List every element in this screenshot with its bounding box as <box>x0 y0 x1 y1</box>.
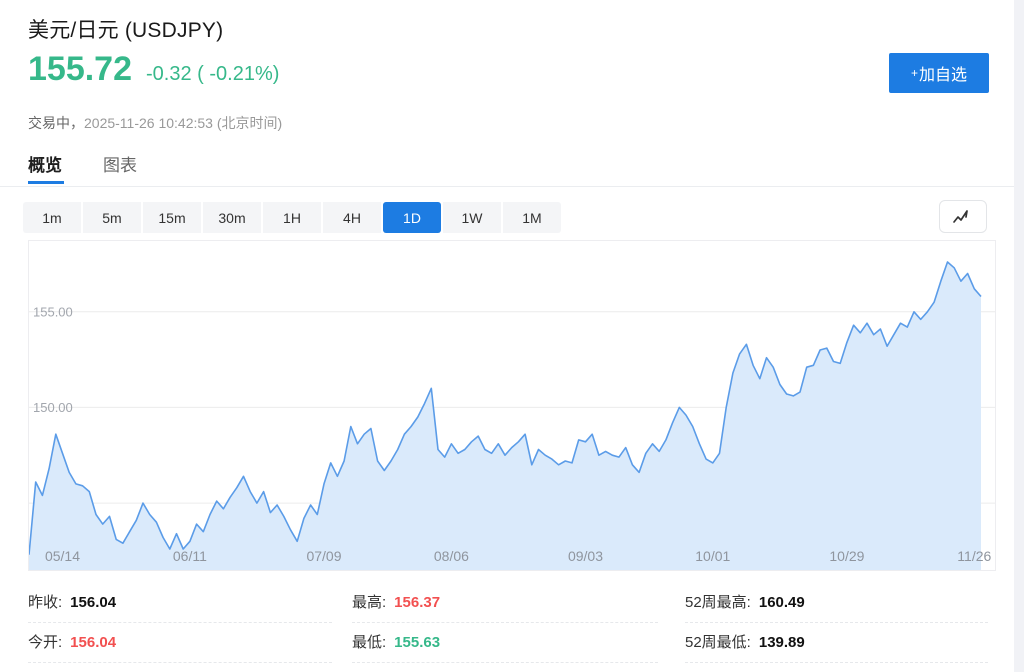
price-block: 155.72 -0.32 ( -0.21%) <box>28 50 279 89</box>
interval-selector: 1m 5m 15m 30m 1H 4H 1D 1W 1M <box>23 202 561 233</box>
svg-text:08/06: 08/06 <box>434 548 469 564</box>
stat-prev-close-value: 156.04 <box>70 594 117 611</box>
page-title: 美元/日元 (USDJPY) <box>28 19 224 42</box>
stat-open: 今开: 156.04 <box>28 623 332 663</box>
stat-52w-low-value: 139.89 <box>758 634 805 651</box>
stat-low-value: 155.63 <box>394 634 441 651</box>
interval-15m[interactable]: 15m <box>143 202 201 233</box>
quote-timestamp: 2025-11-26 10:42:53 (北京时间) <box>84 115 283 131</box>
svg-text:150.00: 150.00 <box>33 400 73 415</box>
interval-4h[interactable]: 4H <box>323 202 381 233</box>
chart-style-button[interactable] <box>939 200 987 233</box>
svg-text:06/11: 06/11 <box>173 548 207 564</box>
stat-low: 最低: 155.63 <box>352 623 658 663</box>
svg-text:11/26: 11/26 <box>957 548 991 564</box>
interval-1w[interactable]: 1W <box>443 202 501 233</box>
interval-1h[interactable]: 1H <box>263 202 321 233</box>
stat-high-value: 156.37 <box>394 594 441 611</box>
tab-chart[interactable]: 图表 <box>103 151 137 176</box>
plus-icon: + <box>910 66 918 80</box>
add-watchlist-label: 加自选 <box>919 67 968 84</box>
tabs-divider <box>0 186 1014 187</box>
page-scrollbar[interactable] <box>1014 0 1024 672</box>
interval-1m-month[interactable]: 1M <box>503 202 561 233</box>
stat-high: 最高: 156.37 <box>352 583 658 623</box>
interval-30m[interactable]: 30m <box>203 202 261 233</box>
stat-52w-high-value: 160.49 <box>758 594 805 611</box>
interval-5m[interactable]: 5m <box>83 202 141 233</box>
trading-status-label: 交易中， <box>28 115 84 131</box>
market-status: 交易中，2025-11-26 10:42:53 (北京时间) <box>28 113 282 133</box>
svg-text:10/29: 10/29 <box>829 548 864 564</box>
tab-overview[interactable]: 概览 <box>28 151 62 176</box>
current-price: 155.72 <box>28 50 132 88</box>
add-watchlist-button[interactable]: + 加自选 <box>889 53 989 93</box>
price-change: -0.32 ( -0.21%) <box>146 63 280 85</box>
stat-open-value: 156.04 <box>70 634 117 651</box>
svg-text:155.00: 155.00 <box>33 304 73 319</box>
interval-1d[interactable]: 1D <box>383 202 441 233</box>
svg-text:09/03: 09/03 <box>568 548 603 564</box>
price-chart[interactable]: 155.00150.00145.0005/1406/1107/0908/0609… <box>28 240 996 571</box>
svg-text:10/01: 10/01 <box>695 548 730 564</box>
interval-1m[interactable]: 1m <box>23 202 81 233</box>
line-chart-icon <box>953 209 968 223</box>
stat-52w-low: 52周最低: 139.89 <box>685 623 988 663</box>
active-tab-underline <box>28 181 64 184</box>
svg-text:07/09: 07/09 <box>306 548 341 564</box>
stat-prev-close: 昨收: 156.04 <box>28 583 332 623</box>
svg-text:05/14: 05/14 <box>45 548 80 564</box>
stat-52w-high: 52周最高: 160.49 <box>685 583 988 623</box>
